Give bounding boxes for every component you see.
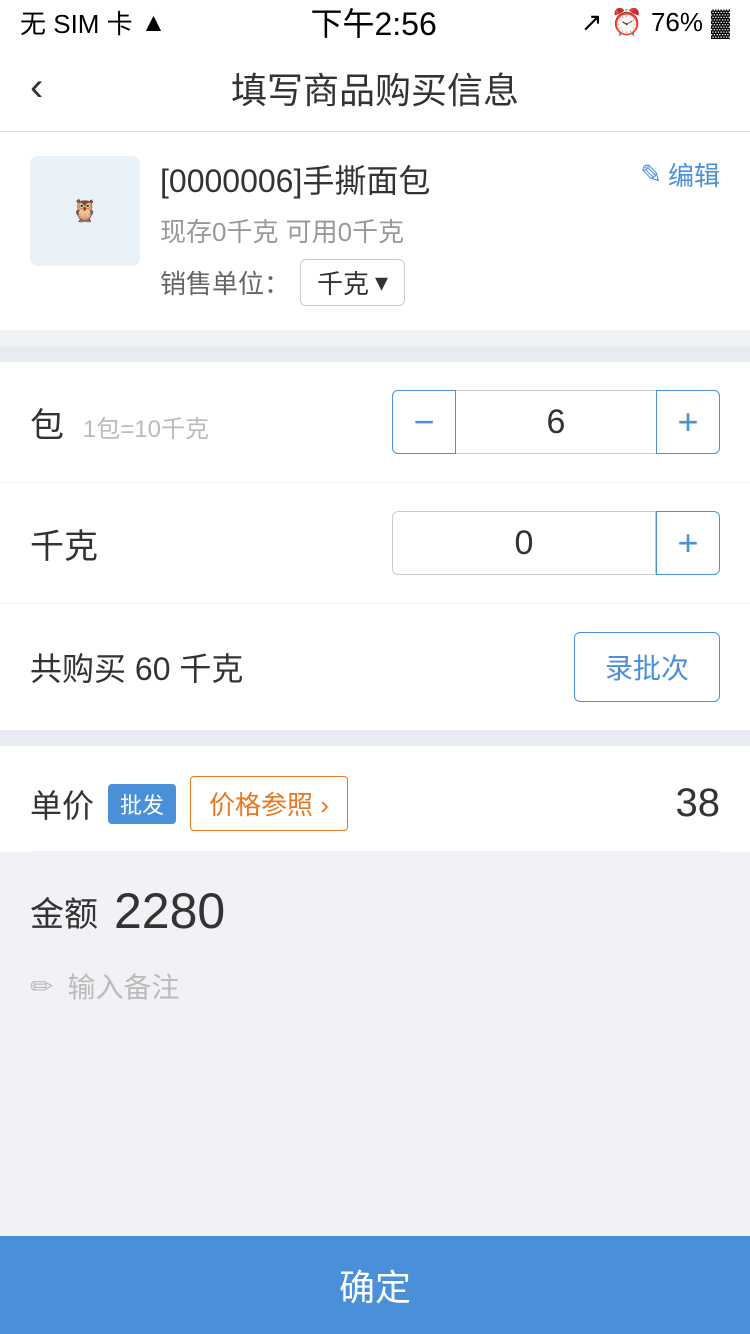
pack-quantity-control: − +: [392, 390, 720, 454]
confirm-button[interactable]: 确定: [0, 1236, 750, 1334]
page-title: 填写商品购买信息: [231, 62, 519, 114]
product-top-row: [0000006]手撕面包 ✎ 编辑: [160, 156, 720, 212]
summary-row: 共购买 60 千克 录批次: [0, 604, 750, 730]
product-thumbnail: 🦉: [30, 156, 140, 266]
pack-plus-button[interactable]: +: [656, 390, 720, 454]
pack-label: 包 1包=10千克: [30, 398, 209, 447]
note-row[interactable]: ✏ 输入备注: [30, 956, 720, 1016]
price-value: 38: [676, 781, 721, 826]
kg-quantity-input[interactable]: [392, 511, 656, 575]
kg-quantity-control: +: [392, 511, 720, 575]
pack-quantity-input[interactable]: [456, 390, 656, 454]
pack-minus-button[interactable]: −: [392, 390, 456, 454]
amount-section: 金额 2280 ✏ 输入备注: [0, 852, 750, 1016]
status-bar: 无 SIM 卡 ▲ 下午2:56 ↗ ⏰ 76% ▓: [0, 0, 750, 44]
summary-text: 共购买 60 千克: [30, 644, 243, 690]
quantity-section: 包 1包=10千克 − + 千克 +: [0, 362, 750, 604]
unit-value: 千克: [317, 264, 369, 301]
quantity-row-kg: 千克 +: [0, 483, 750, 604]
kg-label: 千克: [30, 519, 98, 568]
unit-selector[interactable]: 千克 ▾: [300, 259, 405, 306]
wifi-icon: ▲: [141, 7, 167, 38]
nav-bar: ‹ 填写商品购买信息: [0, 44, 750, 132]
price-row: 单价 批发 价格参照 › 38: [30, 776, 720, 852]
product-title: [0000006]手撕面包: [160, 156, 430, 202]
pencil-icon: ✏: [30, 970, 53, 1003]
divider-1: [0, 346, 750, 362]
product-info: [0000006]手撕面包 ✎ 编辑 现存0千克 可用0千克 销售单位： 千克 …: [160, 156, 720, 306]
location-icon: ↗: [581, 7, 603, 38]
edit-button[interactable]: ✎ 编辑: [640, 156, 720, 193]
divider-2: [0, 730, 750, 746]
chevron-down-icon: ▾: [375, 267, 388, 298]
unit-label: 销售单位：: [160, 264, 290, 301]
price-label: 单价 批发 价格参照 ›: [30, 776, 348, 831]
price-label-text: 单价: [30, 781, 94, 827]
kg-plus-button[interactable]: +: [656, 511, 720, 575]
product-card: 🦉 [0000006]手撕面包 ✎ 编辑 现存0千克 可用0千克 销售单位： 千…: [0, 132, 750, 330]
note-placeholder: 输入备注: [67, 966, 179, 1006]
battery-icon: ▓: [711, 7, 730, 38]
status-time: 下午2:56: [310, 0, 436, 45]
batch-tag: 批发: [108, 784, 176, 824]
product-stock: 现存0千克 可用0千克: [160, 212, 720, 249]
product-unit: 销售单位： 千克 ▾: [160, 259, 720, 306]
amount-value: 2280: [114, 882, 225, 940]
price-ref-button[interactable]: 价格参照 ›: [190, 776, 348, 831]
battery-text: 76%: [651, 7, 703, 38]
amount-row: 金额 2280: [30, 882, 720, 940]
carrier-text: 无 SIM 卡: [20, 4, 133, 41]
edit-icon: ✎: [640, 159, 662, 190]
product-logo: 🦉: [71, 198, 98, 224]
record-batch-button[interactable]: 录批次: [574, 632, 720, 702]
status-right: ↗ ⏰ 76% ▓: [581, 7, 730, 38]
pack-hint: 1包=10千克: [83, 416, 209, 443]
quantity-row-pack: 包 1包=10千克 − +: [0, 362, 750, 483]
edit-label: 编辑: [668, 156, 720, 193]
status-left: 无 SIM 卡 ▲: [20, 4, 166, 41]
back-button[interactable]: ‹: [20, 55, 53, 120]
price-section: 单价 批发 价格参照 › 38: [0, 746, 750, 852]
amount-label: 金额: [30, 887, 98, 936]
alarm-icon: ⏰: [611, 7, 643, 38]
